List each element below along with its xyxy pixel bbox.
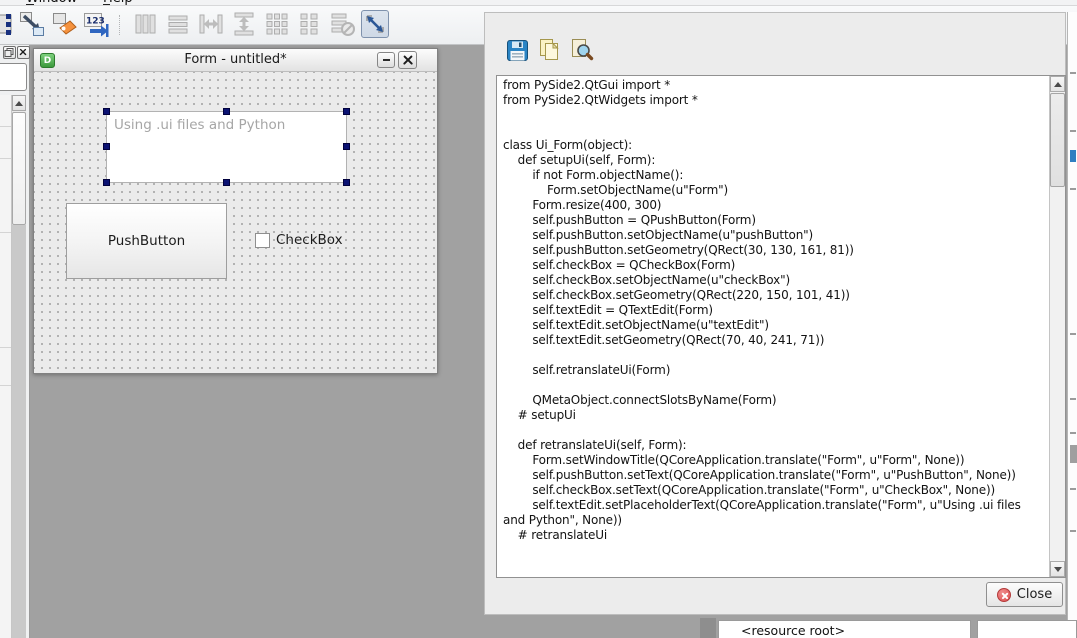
resource-root-item[interactable]: <resource root> bbox=[719, 621, 970, 638]
scrollbar-thumb[interactable] bbox=[1050, 93, 1065, 187]
mnemonic-underline bbox=[26, 4, 34, 5]
close-window-button[interactable] bbox=[398, 51, 417, 69]
layout-vertical-icon[interactable] bbox=[164, 10, 192, 38]
code-view[interactable]: from PySide2.QtGui import * from PySide2… bbox=[496, 75, 1066, 578]
selection-handle-e[interactable] bbox=[343, 143, 350, 150]
mnemonic-underline bbox=[103, 4, 110, 5]
selection-handle-nw[interactable] bbox=[103, 108, 110, 115]
selection-handle-se[interactable] bbox=[343, 179, 350, 186]
code-scrollbar[interactable] bbox=[1049, 76, 1065, 577]
layout-grid-icon[interactable] bbox=[263, 10, 291, 38]
adjust-size-icon[interactable] bbox=[361, 10, 389, 38]
close-button[interactable]: Close bbox=[986, 582, 1063, 607]
dock-float-icon[interactable] bbox=[3, 46, 16, 59]
selection-handle-sw[interactable] bbox=[103, 179, 110, 186]
edit-widgets-icon[interactable] bbox=[0, 10, 16, 38]
layout-form-icon[interactable] bbox=[296, 10, 324, 38]
right-panel-edge bbox=[1067, 12, 1077, 638]
form-window-titlebar[interactable]: D Form - untitled* bbox=[34, 49, 437, 72]
close-icon bbox=[403, 55, 413, 65]
dock-close-icon[interactable] bbox=[17, 46, 30, 59]
edit-signals-slots-icon[interactable] bbox=[18, 10, 46, 38]
code-preview-dialog: from PySide2.QtGui import * from PySide2… bbox=[484, 12, 1066, 615]
widget-filter-input[interactable] bbox=[0, 63, 27, 91]
qt-designer-screen: Window Help bbox=[0, 0, 1077, 638]
layout-splitter-vertical-icon[interactable] bbox=[230, 10, 258, 38]
selection-handle-ne[interactable] bbox=[343, 108, 350, 115]
checkbox-widget[interactable] bbox=[255, 233, 270, 248]
widget-box-list[interactable] bbox=[0, 95, 11, 638]
pushbutton-widget[interactable]: PushButton bbox=[66, 203, 227, 279]
scrollbar-up-icon[interactable] bbox=[12, 95, 26, 111]
textedit-placeholder: Using .ui files and Python bbox=[107, 112, 346, 138]
scrollbar-down-icon[interactable] bbox=[1050, 561, 1065, 577]
selection-mark bbox=[1070, 150, 1076, 162]
selection-handle-n[interactable] bbox=[223, 108, 230, 115]
scrollbar-thumb[interactable] bbox=[12, 112, 26, 225]
resource-detail-pane[interactable] bbox=[977, 620, 1077, 638]
resource-tree[interactable]: <resource root> bbox=[718, 620, 971, 638]
toolbar-separator bbox=[119, 15, 120, 35]
close-button-label: Close bbox=[1017, 587, 1052, 602]
layout-horizontal-icon[interactable] bbox=[131, 10, 159, 38]
textedit-widget[interactable]: Using .ui files and Python bbox=[106, 111, 347, 183]
scrollbar-up-icon[interactable] bbox=[1050, 76, 1065, 92]
generated-python-code[interactable]: from PySide2.QtGui import * from PySide2… bbox=[497, 76, 1048, 577]
minimize-button[interactable] bbox=[377, 52, 395, 68]
widget-box-scrollbar[interactable] bbox=[11, 95, 26, 638]
widget-box-panel bbox=[0, 45, 30, 638]
layout-splitter-horizontal-icon[interactable] bbox=[197, 10, 225, 38]
minimize-icon bbox=[383, 59, 390, 61]
copy-icon[interactable] bbox=[536, 37, 562, 63]
checkbox-label: CheckBox bbox=[276, 232, 343, 248]
find-icon[interactable] bbox=[569, 37, 595, 63]
selection-handle-w[interactable] bbox=[103, 143, 110, 150]
tab-order-123-glyph: 123 bbox=[86, 17, 105, 27]
edit-tab-order-icon[interactable]: 123 bbox=[82, 10, 110, 38]
dock-splitter[interactable] bbox=[700, 618, 716, 638]
edit-buddies-icon[interactable] bbox=[50, 10, 78, 38]
form-canvas[interactable]: Using .ui files and Python PushButton Ch… bbox=[34, 72, 437, 373]
save-icon[interactable] bbox=[504, 37, 530, 63]
form-window: D Form - untitled* Using .ui files and P… bbox=[33, 48, 438, 374]
break-layout-icon[interactable] bbox=[329, 10, 357, 38]
close-button-icon bbox=[997, 588, 1011, 602]
selection-handle-s[interactable] bbox=[223, 179, 230, 186]
